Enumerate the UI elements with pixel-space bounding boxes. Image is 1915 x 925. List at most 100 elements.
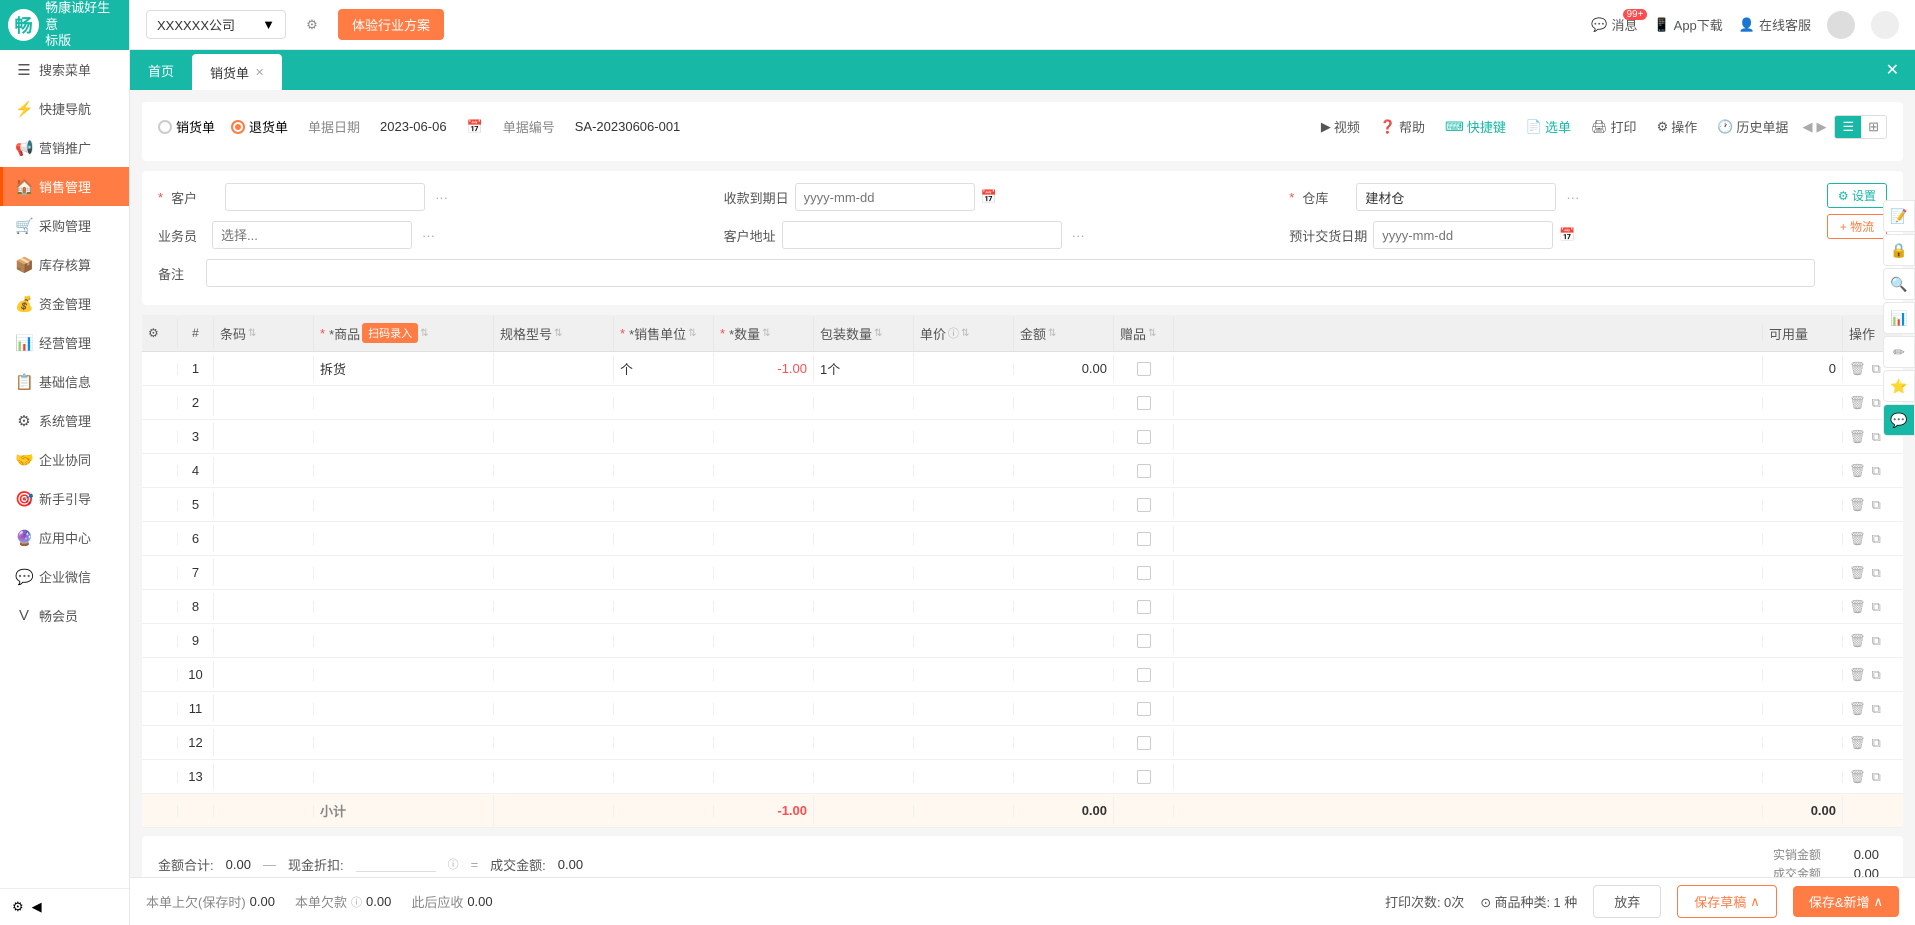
- copy-icon-5[interactable]: ⧉: [1872, 497, 1881, 513]
- delete-icon-12[interactable]: 🗑: [1849, 735, 1866, 751]
- spec-input-1[interactable]: [500, 362, 607, 376]
- copy-icon-9[interactable]: ⧉: [1872, 633, 1881, 649]
- float-btn-2[interactable]: 🔒: [1883, 234, 1915, 266]
- copy-icon-7[interactable]: ⧉: [1872, 565, 1881, 581]
- video-btn[interactable]: ▶ 视频: [1315, 114, 1366, 139]
- gift-checkbox-9[interactable]: [1137, 634, 1151, 648]
- user-avatar2[interactable]: [1871, 11, 1899, 39]
- shortcuts-btn[interactable]: ⌨ 快捷键: [1439, 114, 1512, 139]
- sidebar-item-sales[interactable]: 🏠 销售管理: [0, 167, 129, 206]
- online-support[interactable]: 👤 在线客服: [1739, 15, 1811, 34]
- float-btn-6[interactable]: ⭐: [1883, 370, 1915, 402]
- delete-icon-3[interactable]: 🗑: [1849, 429, 1866, 445]
- customer-input[interactable]: [225, 183, 425, 211]
- delivery-calendar-icon[interactable]: 📅: [1559, 227, 1575, 243]
- copy-icon-1[interactable]: ⧉: [1872, 361, 1881, 377]
- note-input[interactable]: [206, 259, 1815, 287]
- scan-button[interactable]: 扫码录入: [362, 323, 418, 343]
- gift-checkbox-8[interactable]: [1137, 600, 1151, 614]
- delete-icon-10[interactable]: 🗑: [1849, 667, 1866, 683]
- sidebar-item-finance[interactable]: 💰 资金管理: [0, 284, 129, 323]
- message-badge[interactable]: 💬 消息 99+: [1591, 15, 1637, 34]
- float-btn-3[interactable]: 🔍: [1883, 268, 1915, 300]
- copy-icon-11[interactable]: ⧉: [1872, 701, 1881, 717]
- prev-icon[interactable]: ◀: [1802, 119, 1812, 135]
- tab-home[interactable]: 首页: [130, 50, 192, 90]
- copy-icon-3[interactable]: ⧉: [1872, 429, 1881, 445]
- float-btn-1[interactable]: 📝: [1883, 200, 1915, 232]
- help-btn[interactable]: ❓ 帮助: [1374, 114, 1431, 139]
- delete-icon-5[interactable]: 🗑: [1849, 497, 1866, 513]
- sidebar-item-base[interactable]: 📋 基础信息: [0, 362, 129, 401]
- sidebar-item-corp[interactable]: 🤝 企业协同: [0, 440, 129, 479]
- sidebar-item-guide[interactable]: 🎯 新手引导: [0, 479, 129, 518]
- delete-icon-2[interactable]: 🗑: [1849, 395, 1866, 411]
- app-download[interactable]: 📱 App下载: [1653, 15, 1722, 34]
- delete-icon-4[interactable]: 🗑: [1849, 463, 1866, 479]
- delete-icon-7[interactable]: 🗑: [1849, 565, 1866, 581]
- warehouse-input[interactable]: [1356, 183, 1556, 211]
- due-date-input[interactable]: [795, 183, 975, 211]
- company-select[interactable]: XXXXXX公司 ▼: [146, 10, 286, 39]
- gift-checkbox-2[interactable]: [1137, 396, 1151, 410]
- sidebar-item-vip[interactable]: V 畅会员: [0, 596, 129, 635]
- copy-icon-6[interactable]: ⧉: [1872, 531, 1881, 547]
- collapse-icon[interactable]: ◀: [32, 899, 42, 915]
- user-avatar[interactable]: [1827, 11, 1855, 39]
- gift-checkbox-7[interactable]: [1137, 566, 1151, 580]
- sidebar-item-operations[interactable]: 📊 经营管理: [0, 323, 129, 362]
- td-row1-barcode[interactable]: [214, 356, 314, 382]
- sidebar-item-purchase[interactable]: 🛒 采购管理: [0, 206, 129, 245]
- settings-bottom-icon[interactable]: ⚙: [12, 899, 24, 915]
- actions-btn[interactable]: ⚙ 操作: [1651, 114, 1704, 139]
- radio-sales[interactable]: 销货单: [158, 117, 215, 136]
- copy-icon-4[interactable]: ⧉: [1872, 463, 1881, 479]
- print-btn[interactable]: 🖨 打印: [1585, 114, 1643, 139]
- sidebar-item-search[interactable]: ☰ 搜索菜单: [0, 50, 129, 89]
- salesperson-input[interactable]: [212, 221, 412, 249]
- tab-sales-order[interactable]: 销货单 ✕: [192, 54, 282, 90]
- td-row1-remark[interactable]: [1174, 356, 1763, 382]
- sidebar-item-inventory[interactable]: 📦 库存核算: [0, 245, 129, 284]
- gift-checkbox-10[interactable]: [1137, 668, 1151, 682]
- salesperson-more-icon[interactable]: ···: [422, 228, 435, 243]
- gift-checkbox-4[interactable]: [1137, 464, 1151, 478]
- gift-checkbox-6[interactable]: [1137, 532, 1151, 546]
- delivery-date-input[interactable]: [1373, 221, 1553, 249]
- td-row1-spec[interactable]: [494, 356, 614, 382]
- copy-icon-8[interactable]: ⧉: [1872, 599, 1881, 615]
- close-all-tabs-icon[interactable]: ✕: [1886, 60, 1899, 80]
- delete-icon-9[interactable]: 🗑: [1849, 633, 1866, 649]
- sidebar-item-system[interactable]: ⚙ 系统管理: [0, 401, 129, 440]
- delete-icon-11[interactable]: 🗑: [1849, 701, 1866, 717]
- save-draft-button[interactable]: 保存草稿 ∧: [1677, 885, 1777, 918]
- discard-button[interactable]: 放弃: [1593, 885, 1661, 918]
- sidebar-item-quick[interactable]: ⚡ 快捷导航: [0, 89, 129, 128]
- float-btn-7[interactable]: 💬: [1883, 404, 1915, 436]
- float-btn-5[interactable]: ✏: [1883, 336, 1915, 368]
- sidebar-item-marketing[interactable]: 📢 营销推广: [0, 128, 129, 167]
- logistics-button[interactable]: + 物流: [1827, 214, 1887, 239]
- remark-input-1[interactable]: [1180, 362, 1756, 376]
- addr-more-icon[interactable]: ···: [1072, 228, 1085, 243]
- delete-icon-8[interactable]: 🗑: [1849, 599, 1866, 615]
- calendar-icon[interactable]: 📅: [467, 119, 483, 135]
- delete-icon-6[interactable]: 🗑: [1849, 531, 1866, 547]
- list-view-btn[interactable]: ☰: [1835, 116, 1861, 138]
- gift-checkbox-11[interactable]: [1137, 702, 1151, 716]
- th-settings[interactable]: ⚙: [142, 318, 178, 348]
- warehouse-more-icon[interactable]: ···: [1566, 190, 1579, 205]
- gear-button[interactable]: ⚙: [298, 11, 326, 39]
- grid-view-btn[interactable]: ⊞: [1861, 116, 1886, 138]
- copy-icon-12[interactable]: ⧉: [1872, 735, 1881, 751]
- select-btn[interactable]: 📄 选单: [1520, 114, 1577, 139]
- next-icon[interactable]: ▶: [1816, 119, 1826, 135]
- tab-close-icon[interactable]: ✕: [255, 66, 264, 79]
- td-row1-gift[interactable]: [1114, 356, 1174, 382]
- gift-checkbox-5[interactable]: [1137, 498, 1151, 512]
- barcode-input-1[interactable]: [220, 362, 307, 376]
- copy-icon-2[interactable]: ⧉: [1872, 395, 1881, 411]
- gift-checkbox-1[interactable]: [1137, 362, 1151, 376]
- trial-button[interactable]: 体验行业方案: [338, 9, 444, 40]
- copy-icon-10[interactable]: ⧉: [1872, 667, 1881, 683]
